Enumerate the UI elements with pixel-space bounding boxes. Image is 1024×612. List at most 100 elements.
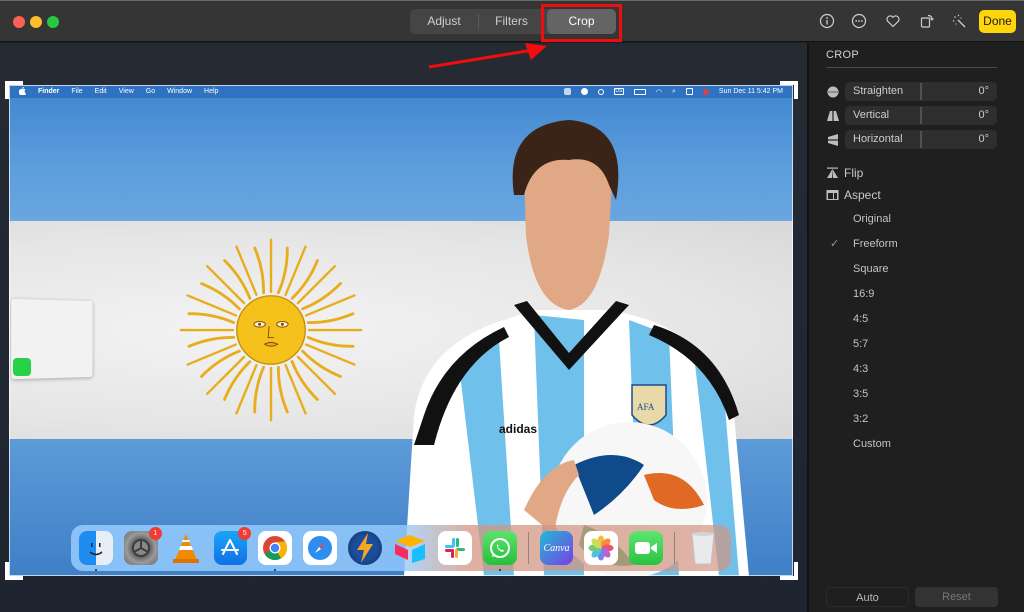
vertical-knob[interactable] [920, 107, 922, 124]
info-icon[interactable] [818, 12, 836, 30]
straighten-slider[interactable]: Straighten 0° [845, 82, 997, 101]
running-indicator [498, 569, 501, 571]
rotate-icon[interactable] [918, 12, 936, 30]
heart-icon[interactable] [884, 12, 902, 30]
aspect-option-label: Square [853, 263, 889, 275]
status-input-source: US [613, 88, 624, 95]
sun-ray [253, 365, 266, 414]
straighten-label: Straighten [853, 85, 904, 97]
title-bar: Adjust Filters Crop Done [0, 0, 1024, 42]
aspect-option[interactable]: Original [826, 213, 997, 238]
minimize-button[interactable] [30, 16, 42, 28]
straighten-knob[interactable] [920, 83, 922, 100]
photo-being-cropped[interactable]: Finder File Edit View Go Window Help US … [9, 85, 793, 576]
dock-app-photos[interactable] [584, 531, 619, 565]
auto-button[interactable]: Auto [826, 587, 909, 607]
aspect-option[interactable]: 16:9 [826, 288, 997, 313]
app-store-icon [219, 537, 241, 559]
aspect-icon [826, 189, 840, 201]
jersey-crest-text: AFA [637, 402, 655, 412]
sun-ray [253, 246, 266, 295]
jersey-brand-text: adidas [499, 422, 537, 436]
tab-adjust[interactable]: Adjust [410, 9, 478, 34]
dock-app-whatsapp[interactable] [482, 531, 517, 571]
sun-ray [276, 365, 289, 414]
aspect-option[interactable]: 3:5 [826, 388, 997, 413]
aspect-option-label: 4:3 [853, 363, 869, 375]
aspect-option-label: Freeform [853, 238, 898, 250]
flip-button[interactable]: Flip [826, 165, 863, 181]
sun-ray [301, 282, 342, 311]
airtable-icon [393, 533, 427, 563]
menu-finder: Finder [38, 88, 60, 95]
photos-icon [587, 534, 615, 562]
running-indicator [274, 569, 277, 571]
notification-badge: 1 [148, 527, 162, 540]
more-icon[interactable] [850, 12, 868, 30]
dock-app-airtable[interactable] [393, 531, 427, 565]
crop-handle-top-left[interactable] [5, 81, 23, 99]
vertical-row: Vertical 0° [826, 106, 997, 125]
straighten-row: Straighten 0° [826, 82, 997, 101]
dock-app-google-chrome[interactable] [258, 531, 293, 571]
aspect-option[interactable]: 4:5 [826, 313, 997, 338]
maximize-button[interactable] [47, 16, 59, 28]
vertical-label: Vertical [853, 109, 890, 121]
photos-editor-window: Adjust Filters Crop Done Finder File Edi… [0, 0, 1024, 612]
dock-app-safari[interactable] [303, 531, 338, 565]
aspect-option[interactable]: 3:2 [826, 413, 997, 438]
horizontal-label: Horizontal [853, 133, 903, 145]
facetime-icon [634, 539, 658, 557]
close-button[interactable] [13, 16, 25, 28]
vertical-slider[interactable]: Vertical 0° [845, 106, 997, 125]
aspect-option[interactable]: ✓ Freeform [826, 238, 997, 263]
menu-file: File [71, 88, 83, 95]
sun-of-may-emblem [179, 238, 363, 422]
crop-handle-bottom-left[interactable] [5, 562, 23, 580]
vlc-icon [171, 532, 201, 564]
dock-app-app-store[interactable]: 5 [213, 527, 252, 565]
vertical-perspective-icon [826, 109, 840, 123]
menu-help: Help [204, 88, 219, 95]
horizontal-slider[interactable]: Horizontal 0° [845, 130, 997, 149]
magic-wand-icon[interactable] [950, 12, 968, 30]
tab-filters[interactable]: Filters [479, 9, 544, 34]
aspect-option[interactable]: 4:3 [826, 363, 997, 388]
flip-label: Flip [844, 166, 864, 180]
system-preferences-icon [128, 535, 154, 561]
screenshot-dock: 1 5 Canva [71, 525, 731, 571]
sun-ray [200, 282, 241, 311]
done-button[interactable]: Done [979, 10, 1016, 33]
dock-app-trash[interactable] [686, 531, 720, 565]
status-siri-icon [702, 88, 709, 95]
finder-icon [83, 535, 109, 561]
sun-ray [290, 360, 319, 401]
dock-app-system-preferences[interactable]: 1 [123, 527, 162, 565]
crop-handle-bottom-right[interactable] [780, 562, 798, 580]
sun-ray [187, 312, 236, 325]
horizontal-row: Horizontal 0° [826, 130, 997, 149]
reset-button[interactable]: Reset [915, 587, 998, 607]
aspect-option-label: 5:7 [853, 338, 869, 350]
tab-crop[interactable]: Crop [547, 9, 616, 34]
dock-app-finder[interactable] [79, 531, 113, 571]
dock-app-facetime[interactable] [629, 531, 664, 565]
crop-handle-top-right[interactable] [780, 81, 798, 99]
dock-app-vlc[interactable] [169, 531, 203, 565]
dock-app-reeder[interactable] [348, 531, 382, 565]
status-app-icon [563, 88, 571, 95]
menu-view: View [118, 88, 134, 95]
sun-ray [223, 360, 252, 401]
horizontal-knob[interactable] [920, 131, 922, 148]
crop-sidebar: CROP Straighten 0° Vertical 0° Horizonta… [809, 43, 1024, 612]
aspect-option[interactable]: 5:7 [826, 338, 997, 363]
dock-app-canva[interactable]: Canva [539, 531, 574, 565]
aspect-option[interactable]: Square [826, 263, 997, 288]
status-battery-icon [633, 88, 646, 95]
sun-ray [200, 349, 241, 378]
dock-app-slack[interactable] [437, 531, 472, 565]
aspect-options-list: Original ✓ Freeform Square 16:9 4:5 5:7 4:3 3:5 3… [826, 213, 997, 463]
dock-separator [527, 532, 529, 564]
safari-icon [306, 534, 334, 562]
aspect-option[interactable]: Custom [826, 438, 997, 463]
